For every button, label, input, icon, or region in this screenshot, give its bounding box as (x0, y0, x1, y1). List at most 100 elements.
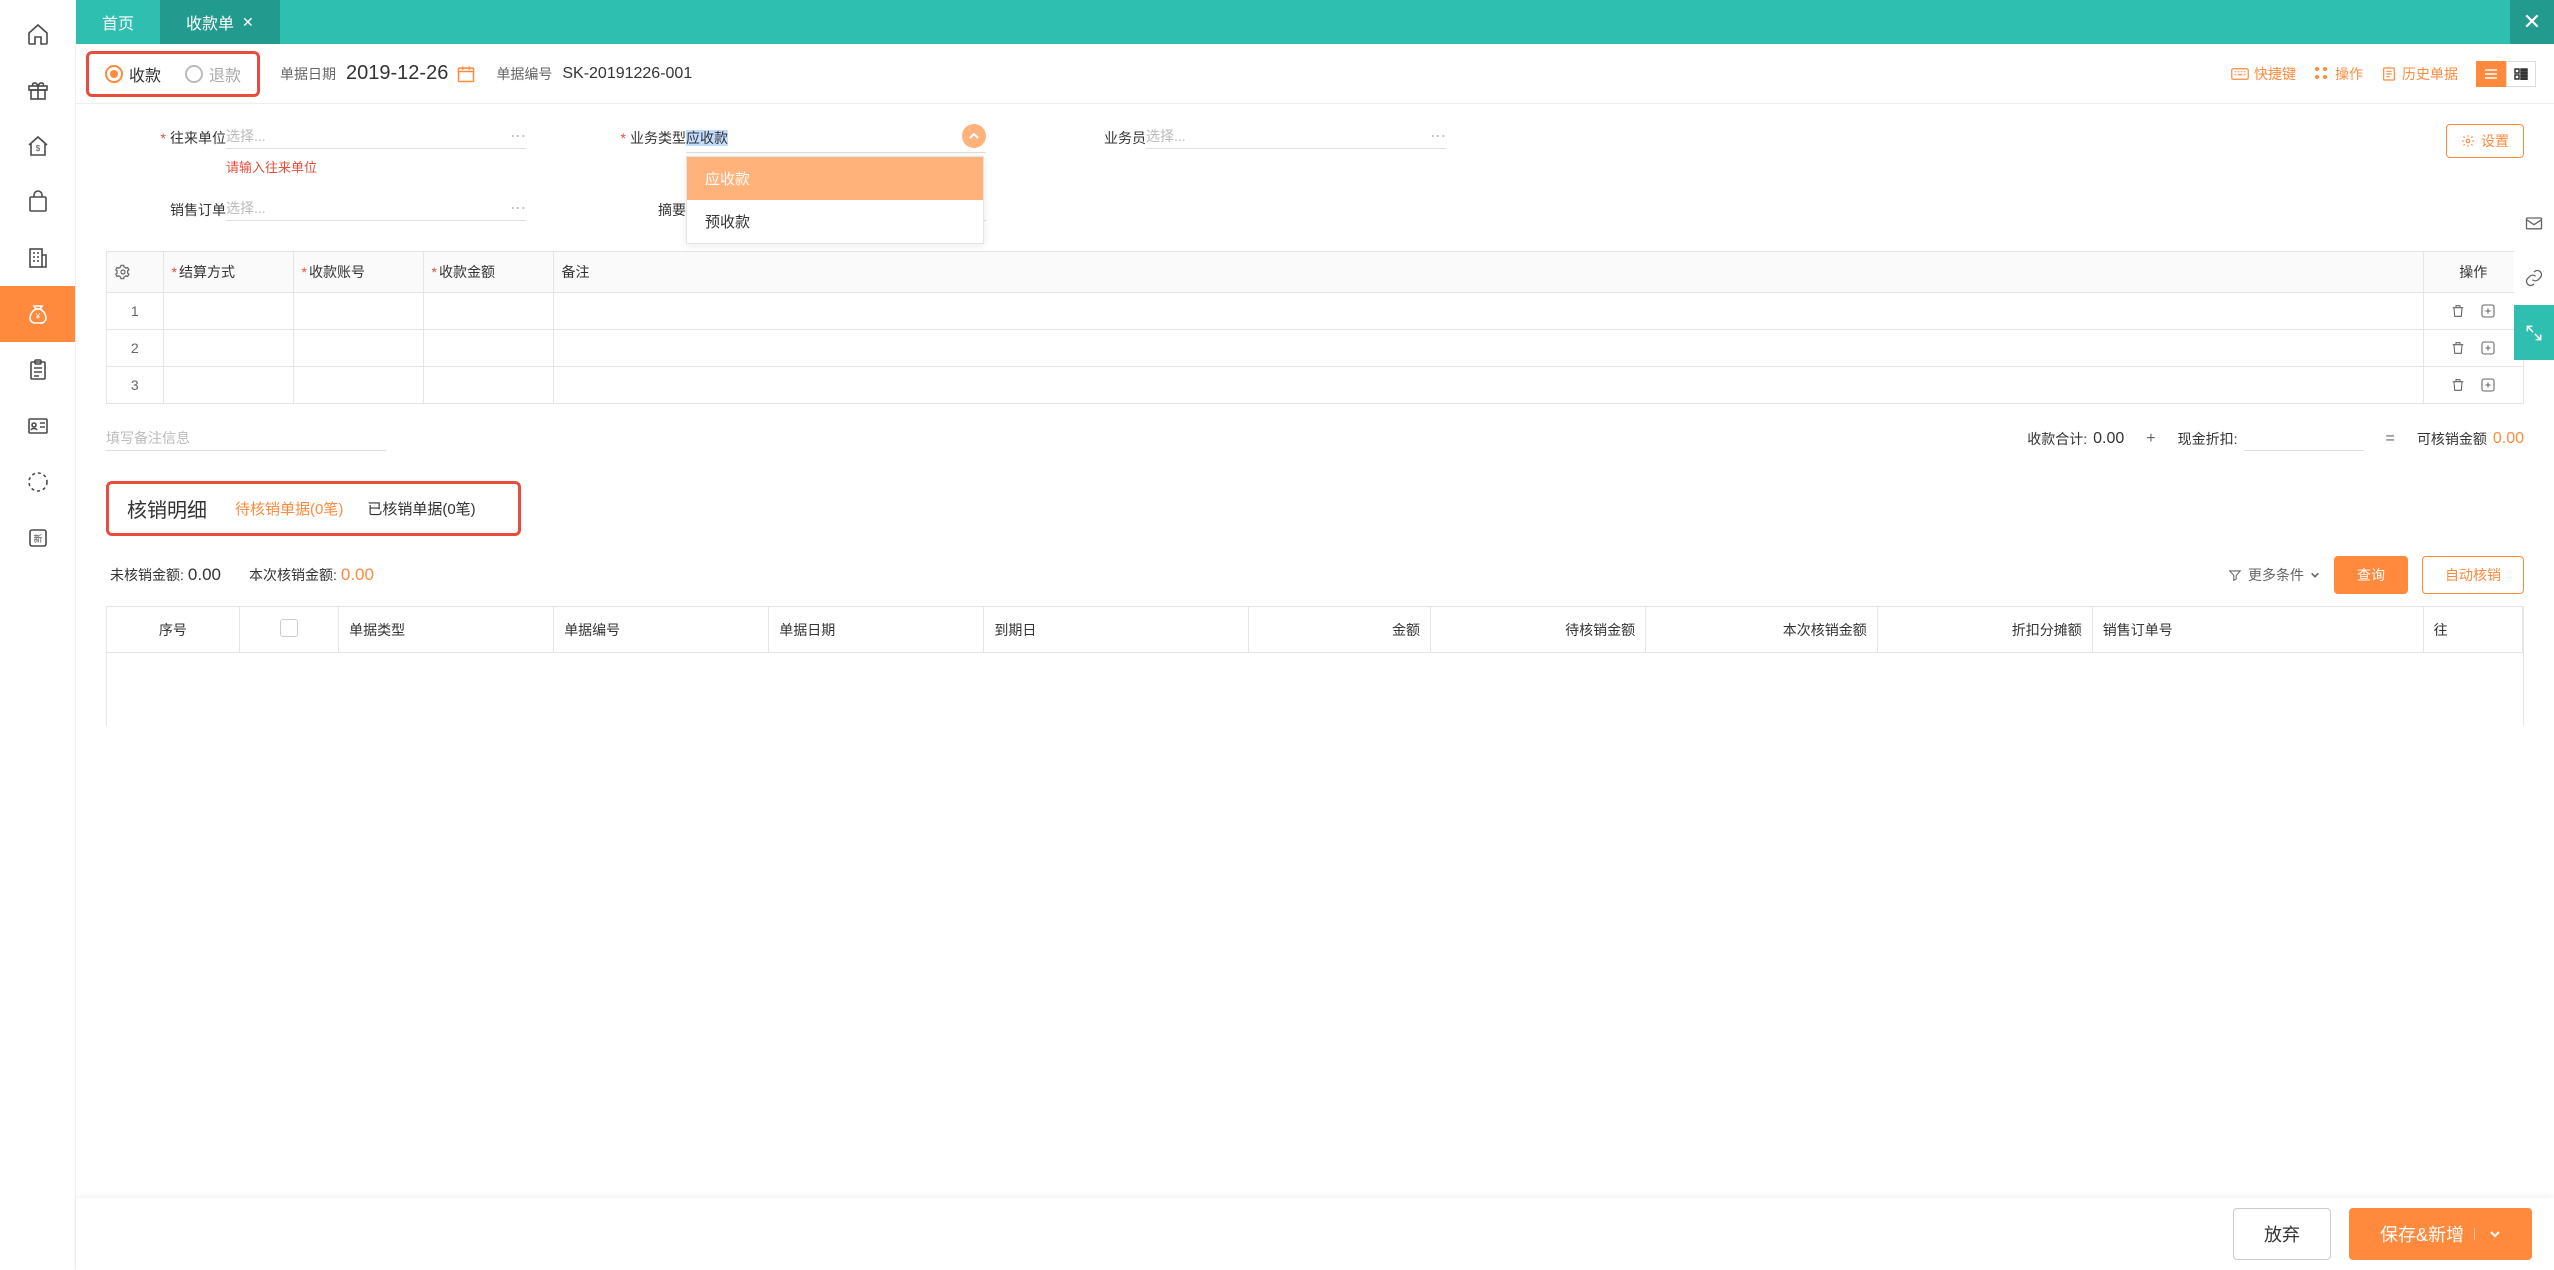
radio-receive[interactable]: 收款 (105, 62, 161, 86)
delete-row-icon[interactable] (2450, 303, 2466, 319)
toolbar-actions-label: 操作 (2335, 64, 2363, 84)
view-card-button[interactable] (2506, 61, 2536, 87)
table-row: 3 (107, 367, 2523, 404)
auto-writeoff-button[interactable]: 自动核销 (2422, 556, 2524, 594)
writeoff-title: 核销明细 (127, 494, 207, 523)
discount-label: 现金折扣: (2178, 429, 2238, 449)
bottom-action-bar: 放弃 保存&新增 (76, 1198, 2554, 1270)
th-amount: 收款金额 (439, 264, 495, 280)
wo-th-code: 单据编号 (554, 607, 769, 653)
svg-text:¥: ¥ (34, 312, 40, 321)
add-row-icon[interactable] (2480, 303, 2496, 319)
writeoff-tab-done[interactable]: 已核销单据(0笔) (367, 498, 475, 519)
unamt-label: 未核销金额: (110, 567, 184, 583)
th-actions: 操作 (2459, 264, 2487, 280)
nav-price-house-icon[interactable]: $ (0, 118, 75, 174)
row-number: 2 (107, 330, 163, 367)
total-label: 收款合计: (2027, 429, 2087, 449)
form-section: *往来单位 ⋯ 请输入往来单位 *业务类型 应收款 应收款 (76, 104, 2554, 251)
close-all-tabs[interactable]: ✕ (2510, 0, 2554, 44)
save-and-new-button[interactable]: 保存&新增 (2349, 1208, 2532, 1260)
biztype-option-receivable[interactable]: 应收款 (687, 157, 983, 200)
salesperson-field: 业务员 ⋯ (1026, 124, 1446, 149)
right-expand-icon[interactable] (2514, 305, 2554, 360)
discount-input[interactable] (2244, 427, 2364, 451)
toolbar-history[interactable]: 历史单据 (2381, 64, 2458, 84)
toolbar-actions[interactable]: 操作 (2314, 64, 2363, 84)
radio-unchecked-icon (185, 65, 203, 83)
search-button[interactable]: 查询 (2334, 556, 2408, 594)
th-account: 收款账号 (309, 264, 365, 280)
radio-refund[interactable]: 退款 (185, 62, 241, 86)
salesperson-label: 业务员 (1104, 130, 1146, 146)
nav-building-icon[interactable] (0, 230, 75, 286)
delete-row-icon[interactable] (2450, 377, 2466, 393)
cur-value: 0.00 (341, 565, 374, 584)
more-cond-label: 更多条件 (2248, 565, 2304, 585)
writable-value: 0.00 (2493, 430, 2524, 448)
settings-button[interactable]: 设置 (2446, 124, 2524, 158)
chevron-up-icon[interactable] (962, 124, 986, 148)
svg-text:新: 新 (33, 533, 42, 544)
payment-table: *结算方式 *收款账号 *收款金额 备注 操作 1 2 (106, 251, 2524, 404)
right-link-icon[interactable] (2514, 250, 2554, 305)
wo-th-checkbox[interactable] (239, 607, 338, 653)
delete-row-icon[interactable] (2450, 340, 2466, 356)
save-button-label: 保存&新增 (2380, 1221, 2464, 1247)
wo-th-cur-amount: 本次核销金额 (1646, 607, 1878, 653)
toolbar-shortcut-label: 快捷键 (2254, 64, 2296, 84)
tab-close-icon[interactable]: ✕ (242, 14, 254, 31)
row-number: 3 (107, 367, 163, 404)
settings-button-label: 设置 (2481, 131, 2509, 151)
wo-th-date: 单据日期 (769, 607, 984, 653)
tab-home[interactable]: 首页 (76, 0, 160, 44)
salesorder-label: 销售订单 (170, 202, 226, 218)
remark-input[interactable] (106, 426, 386, 451)
nav-clipboard-icon[interactable] (0, 342, 75, 398)
nav-refresh-icon[interactable] (0, 454, 75, 510)
nav-profile-card-icon[interactable] (0, 398, 75, 454)
chevron-down-icon[interactable] (2474, 1228, 2501, 1240)
partner-input[interactable] (226, 124, 526, 149)
wo-th-salesorder: 销售订单号 (2092, 607, 2423, 653)
tab-receipt[interactable]: 收款单 ✕ (160, 0, 280, 44)
view-list-button[interactable] (2476, 61, 2506, 87)
writeoff-section: 核销明细 待核销单据(0笔) 已核销单据(0笔) 未核销金额: 0.00 本次核销… (106, 481, 2524, 726)
tabs-bar: 首页 收款单 ✕ ✕ (76, 0, 2554, 44)
salesperson-input[interactable] (1146, 124, 1446, 149)
table-row: 2 (107, 330, 2523, 367)
biztype-option-prepaid[interactable]: 预收款 (687, 200, 983, 243)
salesorder-input[interactable] (226, 196, 526, 221)
ellipsis-icon[interactable]: ⋯ (510, 126, 526, 146)
wo-th-sn: 序号 (107, 607, 239, 653)
calendar-icon[interactable] (456, 64, 476, 84)
svg-text:$: $ (35, 144, 40, 153)
row-number: 1 (107, 293, 163, 330)
ellipsis-icon[interactable]: ⋯ (510, 198, 526, 218)
docinfo-bar: 收款 退款 单据日期 2019-12-26 单据编号 SK-20191226-0… (76, 44, 2554, 104)
wo-th-partner: 往 (2423, 607, 2522, 653)
table-gear-icon[interactable] (107, 252, 163, 293)
more-conditions[interactable]: 更多条件 (2228, 565, 2320, 585)
nav-home-icon[interactable] (0, 6, 75, 62)
doc-code-value: SK-20191226-001 (562, 65, 692, 83)
eq-sign: = (2386, 430, 2395, 448)
nav-gift-icon[interactable] (0, 62, 75, 118)
nav-money-bag-icon[interactable]: ¥ (0, 286, 75, 342)
ellipsis-icon[interactable]: ⋯ (1430, 126, 1446, 146)
wo-th-type: 单据类型 (339, 607, 554, 653)
nav-new-icon[interactable]: 新 (0, 510, 75, 566)
biztype-dropdown: 应收款 预收款 (686, 156, 984, 244)
doc-code-label: 单据编号 (496, 64, 552, 84)
biztype-label: 业务类型 (630, 130, 686, 146)
salesorder-field: 销售订单 ⋯ (106, 196, 526, 221)
right-mail-icon[interactable] (2514, 195, 2554, 250)
add-row-icon[interactable] (2480, 377, 2496, 393)
cancel-button[interactable]: 放弃 (2233, 1208, 2331, 1260)
toolbar-shortcut[interactable]: 快捷键 (2231, 64, 2296, 84)
add-row-icon[interactable] (2480, 340, 2496, 356)
nav-bag-icon[interactable] (0, 174, 75, 230)
cur-label: 本次核销金额: (249, 567, 337, 583)
writeoff-tab-wait[interactable]: 待核销单据(0笔) (235, 498, 343, 519)
total-value: 0.00 (2093, 430, 2124, 448)
